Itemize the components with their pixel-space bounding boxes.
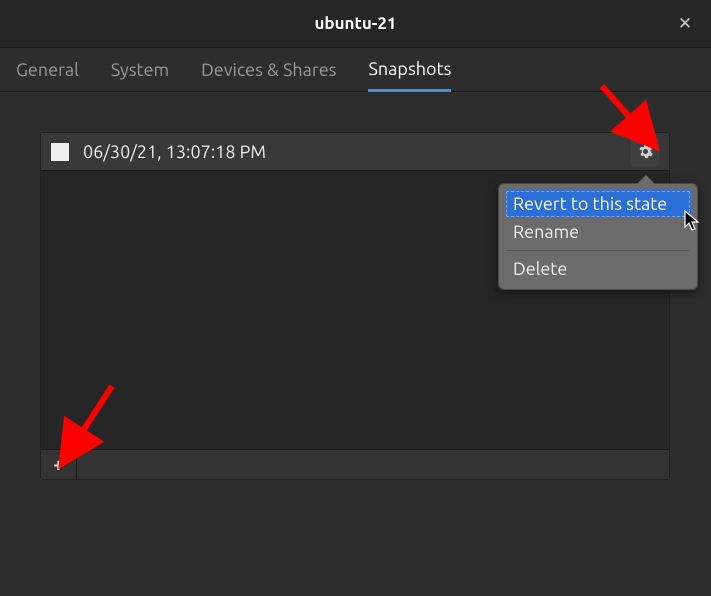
menu-item-rename[interactable]: Rename — [505, 218, 691, 246]
gear-icon — [638, 144, 653, 159]
plus-icon: + — [53, 455, 63, 475]
menu-separator — [507, 250, 689, 251]
menu-item-delete[interactable]: Delete — [505, 255, 691, 283]
snapshot-row[interactable]: 06/30/21, 13:07:18 PM — [41, 133, 669, 171]
tab-system[interactable]: System — [111, 48, 169, 92]
close-button[interactable]: ✕ — [669, 0, 701, 48]
tab-devices-shares[interactable]: Devices & Shares — [201, 48, 336, 92]
titlebar: ubuntu-21 ✕ — [0, 0, 711, 48]
tab-general[interactable]: General — [16, 48, 79, 92]
snapshot-settings-button[interactable] — [631, 138, 659, 166]
snapshot-timestamp: 06/30/21, 13:07:18 PM — [83, 142, 631, 162]
menu-item-revert[interactable]: Revert to this state — [505, 190, 691, 218]
window-title: ubuntu-21 — [314, 14, 396, 33]
close-icon: ✕ — [678, 14, 692, 34]
add-snapshot-button[interactable]: + — [41, 450, 77, 479]
snapshot-list-toolbar: + — [41, 449, 669, 479]
snapshot-actions-menu: Revert to this state Rename Delete — [498, 183, 698, 290]
tab-bar: General System Devices & Shares Snapshot… — [0, 48, 711, 92]
tab-snapshots[interactable]: Snapshots — [368, 48, 451, 92]
snapshot-thumbnail-icon — [51, 143, 69, 161]
